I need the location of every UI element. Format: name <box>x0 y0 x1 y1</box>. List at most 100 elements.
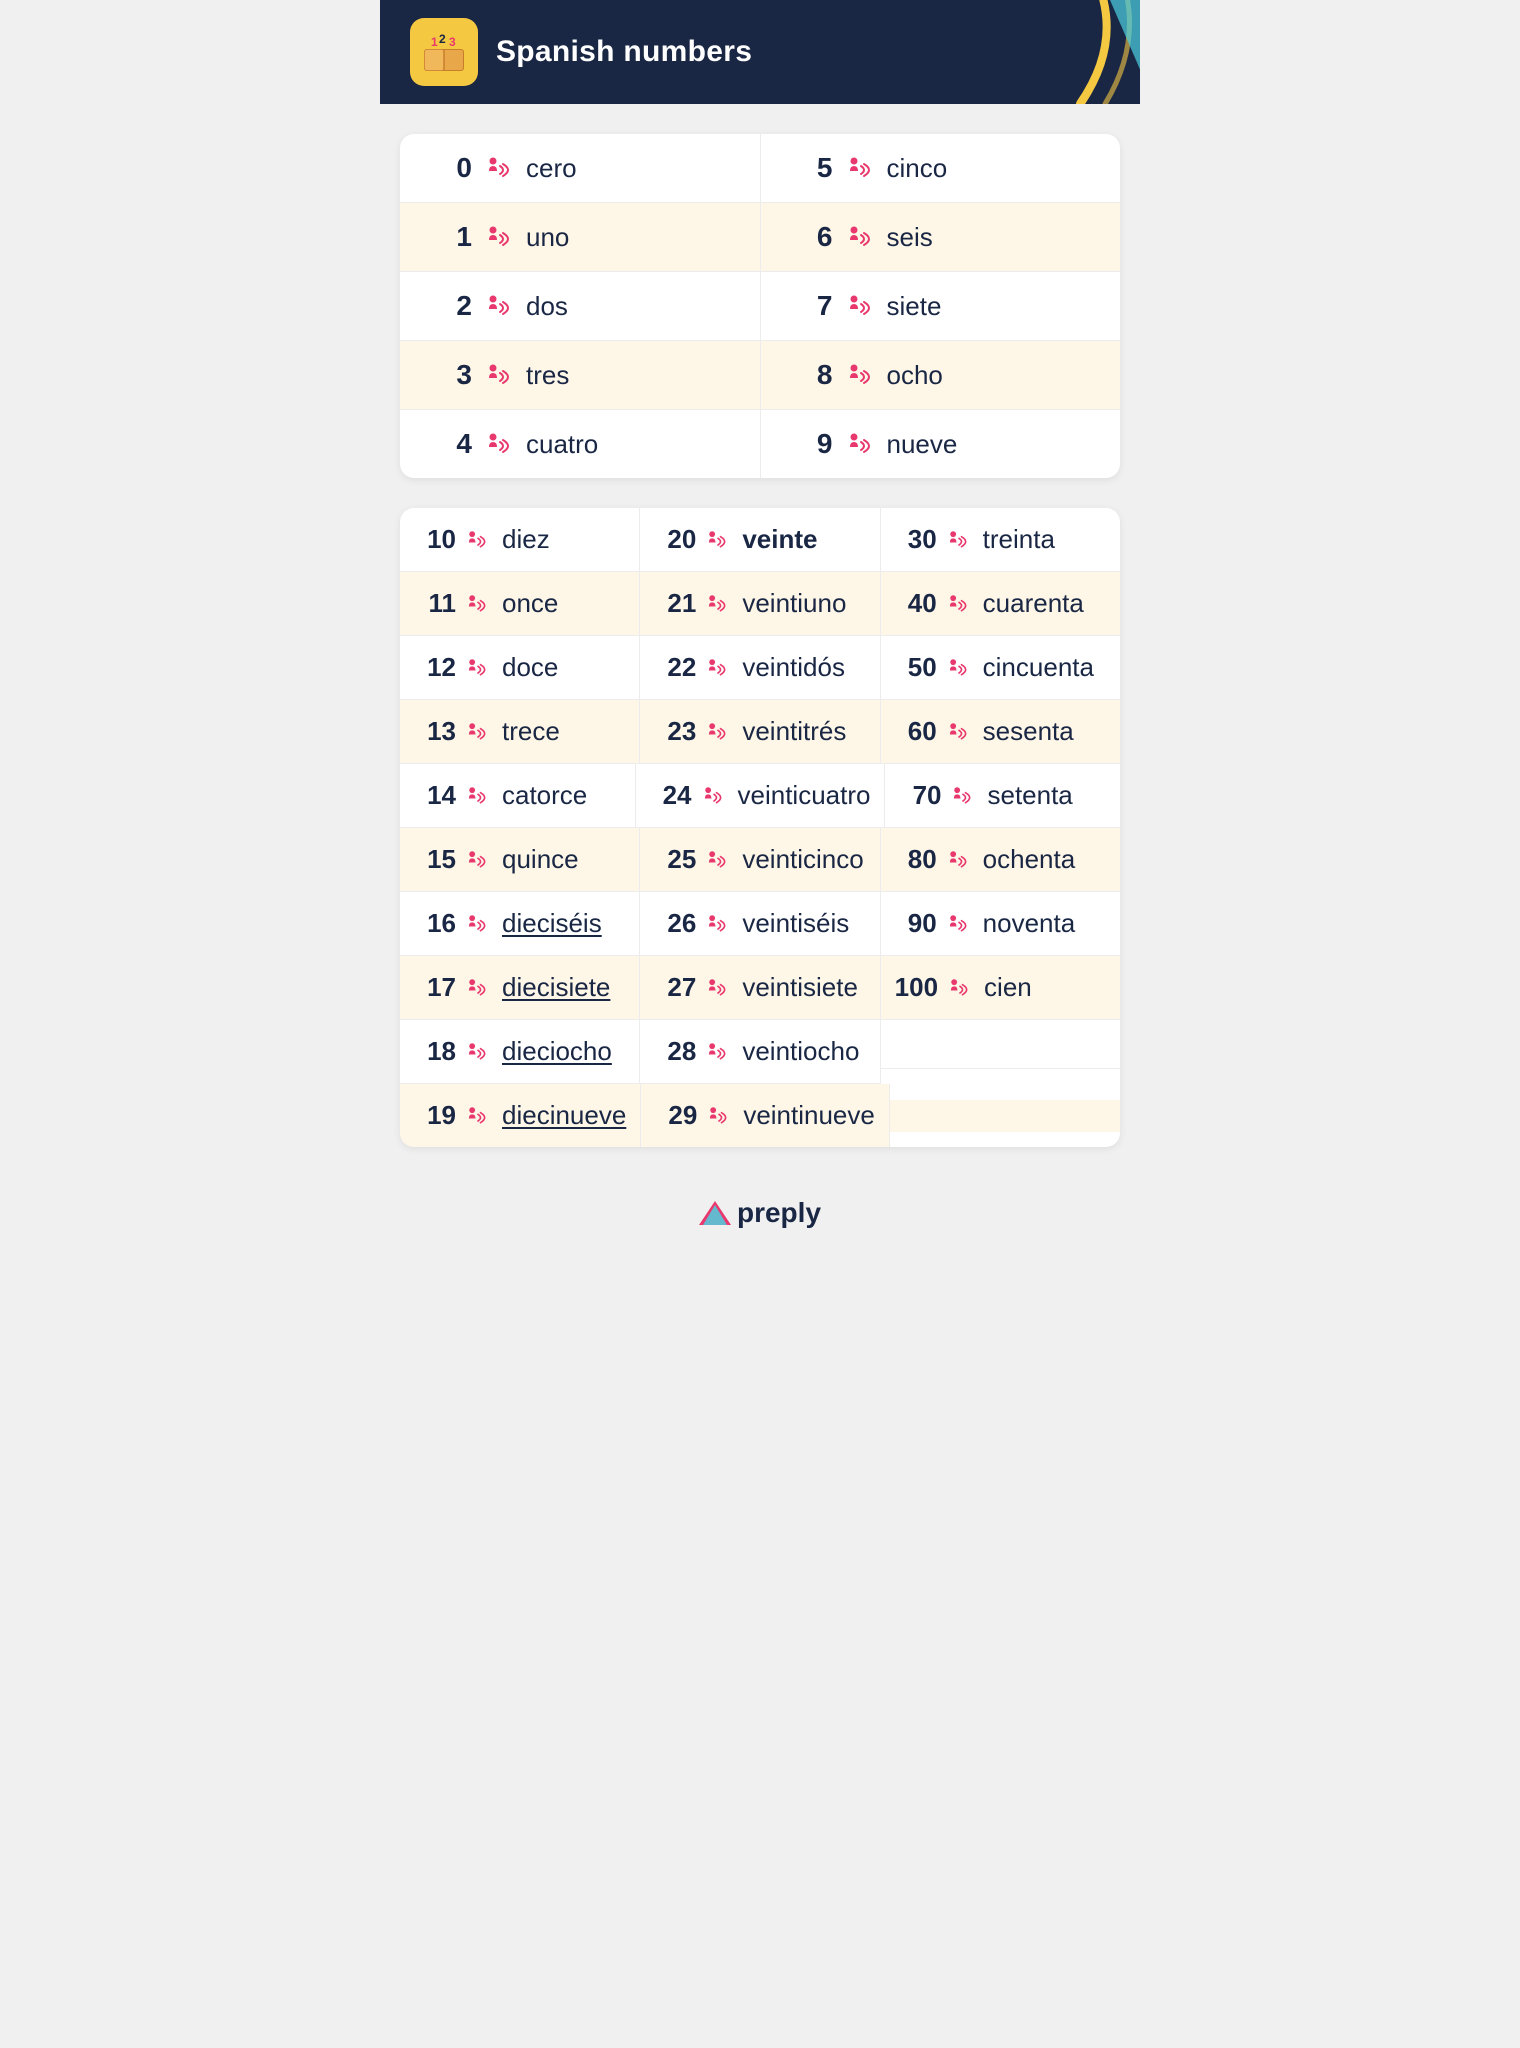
word: doce <box>502 652 558 683</box>
number: 3 <box>420 359 472 391</box>
number: 40 <box>895 588 937 619</box>
cell-col1: 13 trece <box>400 700 640 764</box>
speaker-icon[interactable] <box>947 722 971 742</box>
word: sesenta <box>983 716 1074 747</box>
footer: preply <box>400 1177 1120 1259</box>
number: 60 <box>895 716 937 747</box>
speaker-icon[interactable] <box>466 786 490 806</box>
speaker-icon[interactable] <box>947 850 971 870</box>
speaker-icon[interactable] <box>466 1042 490 1062</box>
cell-left: 2 dos <box>400 272 761 341</box>
word: dos <box>526 291 568 322</box>
header-decoration <box>940 0 1140 104</box>
speaker-icon[interactable] <box>706 722 730 742</box>
number: 9 <box>781 428 833 460</box>
speaker-icon[interactable] <box>466 658 490 678</box>
speaker-icon[interactable] <box>466 978 490 998</box>
speaker-icon[interactable] <box>947 658 971 678</box>
table-row: 0 cero 5 <box>400 134 1120 203</box>
word: dieciséis <box>502 908 602 939</box>
number: 6 <box>781 221 833 253</box>
speaker-icon[interactable] <box>706 530 730 550</box>
table-row: 12 doce 22 <box>400 636 1120 700</box>
cell-col3 <box>881 1036 1120 1069</box>
speaker-icon[interactable] <box>466 530 490 550</box>
speaker-icon[interactable] <box>706 850 730 870</box>
word: treinta <box>983 524 1055 555</box>
speaker-icon[interactable] <box>486 156 514 180</box>
number: 50 <box>895 652 937 683</box>
cell-col1: 12 doce <box>400 636 640 700</box>
word: veintidós <box>742 652 845 683</box>
table-row: 18 dieciocho 28 <box>400 1020 1120 1084</box>
speaker-icon[interactable] <box>706 594 730 614</box>
word: catorce <box>502 780 587 811</box>
speaker-icon[interactable] <box>847 225 875 249</box>
speaker-icon[interactable] <box>948 978 972 998</box>
number: 27 <box>654 972 696 1003</box>
speaker-icon[interactable] <box>706 978 730 998</box>
svg-text:3: 3 <box>449 35 456 49</box>
number: 2 <box>420 290 472 322</box>
number: 26 <box>654 908 696 939</box>
speaker-icon[interactable] <box>847 156 875 180</box>
number: 100 <box>895 972 938 1003</box>
speaker-icon[interactable] <box>707 1106 731 1126</box>
speaker-icon[interactable] <box>466 914 490 934</box>
table-row: 17 diecisiete 27 <box>400 956 1120 1020</box>
number: 1 <box>420 221 472 253</box>
word: diecinueve <box>502 1100 626 1131</box>
cell-col2: 22 veintidós <box>640 636 880 700</box>
speaker-icon[interactable] <box>947 530 971 550</box>
speaker-icon[interactable] <box>847 294 875 318</box>
number: 17 <box>414 972 456 1003</box>
speaker-icon[interactable] <box>947 594 971 614</box>
word: veintitrés <box>742 716 846 747</box>
word: ocho <box>887 360 943 391</box>
cell-right: 6 seis <box>761 203 1121 272</box>
speaker-icon[interactable] <box>706 1042 730 1062</box>
number: 80 <box>895 844 937 875</box>
table-row: 2 dos 7 <box>400 272 1120 341</box>
speaker-icon[interactable] <box>951 786 975 806</box>
speaker-icon[interactable] <box>466 1106 490 1126</box>
cell-col2: 20 veinte <box>640 508 880 572</box>
svg-text:1: 1 <box>431 35 438 49</box>
table-row: 3 tres 8 <box>400 341 1120 410</box>
word: nueve <box>887 429 958 460</box>
speaker-icon[interactable] <box>466 850 490 870</box>
cell-left: 4 cuatro <box>400 410 761 478</box>
table-row: 19 diecinueve 29 <box>400 1084 1120 1147</box>
speaker-icon[interactable] <box>847 432 875 456</box>
preply-brand-icon <box>699 1197 731 1229</box>
word: quince <box>502 844 579 875</box>
word: veintiocho <box>742 1036 859 1067</box>
word: veintiuno <box>742 588 846 619</box>
number: 16 <box>414 908 456 939</box>
speaker-icon[interactable] <box>706 914 730 934</box>
cell-right: 7 siete <box>761 272 1121 341</box>
speaker-icon[interactable] <box>486 363 514 387</box>
cell-right: 9 nueve <box>761 410 1121 478</box>
cell-col2: 26 veintiséis <box>640 892 880 956</box>
speaker-icon[interactable] <box>486 294 514 318</box>
word: noventa <box>983 908 1076 939</box>
page-title: Spanish numbers <box>496 35 752 69</box>
cell-col3: 100 cien <box>881 956 1120 1020</box>
word: dieciocho <box>502 1036 612 1067</box>
word: cincuenta <box>983 652 1094 683</box>
speaker-icon[interactable] <box>466 594 490 614</box>
speaker-icon[interactable] <box>466 722 490 742</box>
word: cinco <box>887 153 948 184</box>
speaker-icon[interactable] <box>486 432 514 456</box>
main-content: 0 cero 5 <box>380 104 1140 1299</box>
speaker-icon[interactable] <box>706 658 730 678</box>
speaker-icon[interactable] <box>486 225 514 249</box>
speaker-icon[interactable] <box>947 914 971 934</box>
speaker-icon[interactable] <box>847 363 875 387</box>
cell-col2: 29 veintinueve <box>641 1084 890 1147</box>
number: 10 <box>414 524 456 555</box>
speaker-icon[interactable] <box>702 786 726 806</box>
word: tres <box>526 360 569 391</box>
word: cien <box>984 972 1032 1003</box>
